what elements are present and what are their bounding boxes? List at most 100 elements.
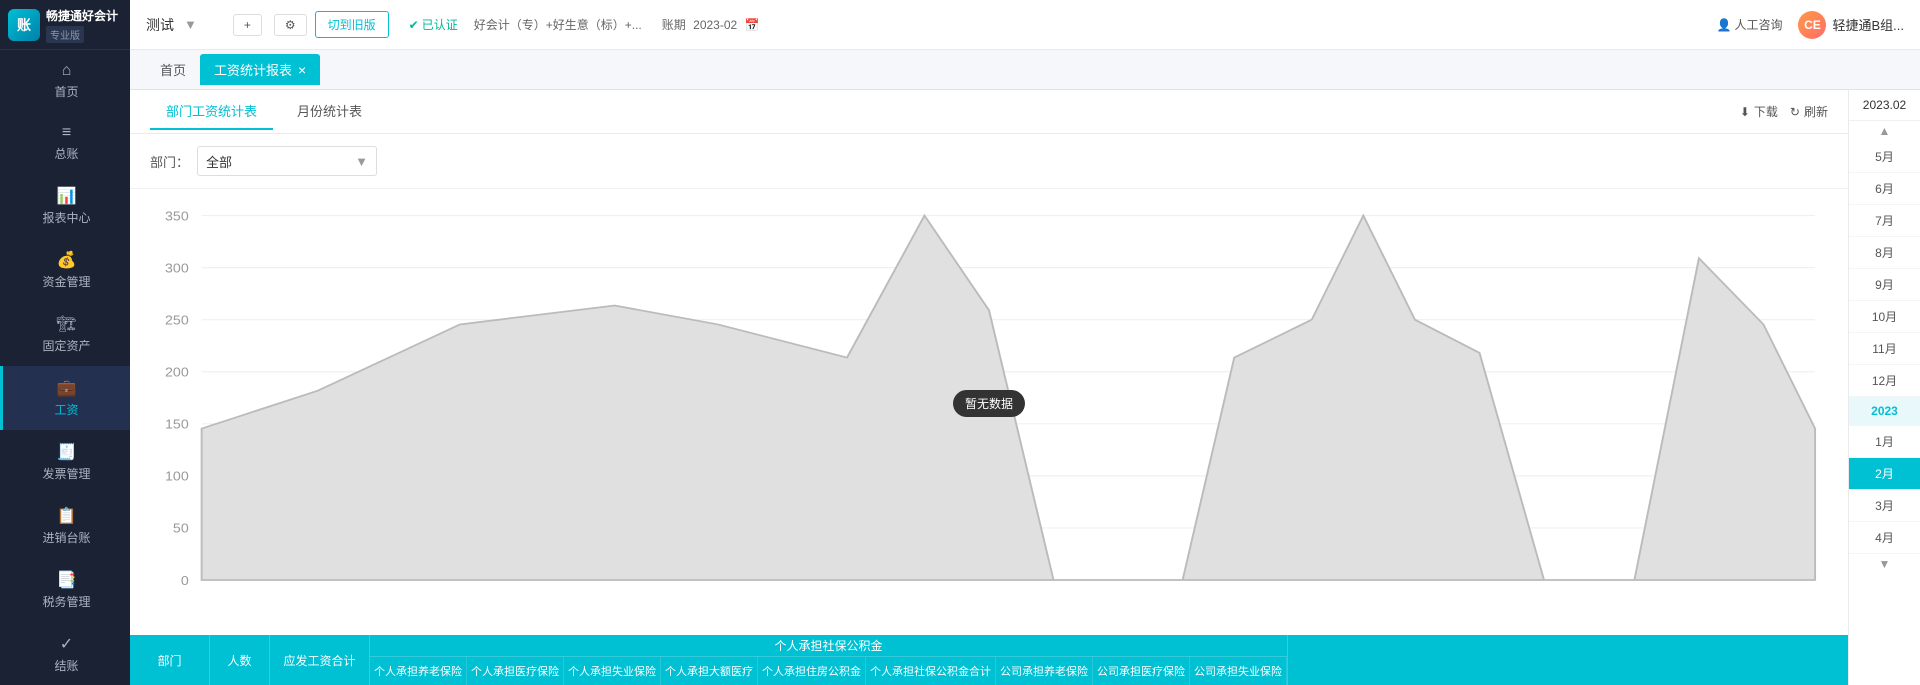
date-month-10[interactable]: 10月 <box>1849 301 1920 333</box>
dept-select[interactable]: 全部 ▼ <box>197 146 377 176</box>
payroll-icon: 💼 <box>57 378 77 398</box>
svg-text:200: 200 <box>165 365 189 379</box>
sidebar-item-settlement[interactable]: ✓ 结账 <box>0 622 130 685</box>
sub-col-company-unemployment: 公司承担失业保险 <box>1190 657 1287 685</box>
user-menu[interactable]: CE 轻捷通B组... <box>1798 11 1904 39</box>
tab-payroll-report[interactable]: 工资统计报表 × <box>200 54 320 85</box>
help-icon: 👤 <box>1717 18 1732 32</box>
download-btn[interactable]: ⬇ 下载 <box>1740 103 1778 120</box>
sidebar-item-payroll[interactable]: 💼 工资 <box>0 366 130 430</box>
group-title: 个人承担社保公积金 <box>370 635 1287 657</box>
sub-col-major-medical: 个人承担大额医疗 <box>661 657 758 685</box>
sidebar-logo: 账 畅捷通好会计 专业版 <box>0 0 130 50</box>
sub-col-pension: 个人承担养老保险 <box>370 657 467 685</box>
switch-old-btn[interactable]: 切到旧版 <box>315 11 389 38</box>
date-month-2023-3[interactable]: 3月 <box>1849 490 1920 522</box>
sub-tabs-left: 部门工资统计表 月份统计表 <box>150 93 386 130</box>
chart-svg: 350 300 250 200 150 100 50 0 <box>150 199 1828 625</box>
sidebar-item-tax[interactable]: 📑 税务管理 <box>0 558 130 622</box>
svg-text:150: 150 <box>165 417 189 431</box>
date-month-9[interactable]: 9月 <box>1849 269 1920 301</box>
verified-icon: ✔ <box>409 18 419 32</box>
svg-text:250: 250 <box>165 313 189 327</box>
page-content: 部门工资统计表 月份统计表 ⬇ 下载 ↻ 刷新 <box>130 90 1848 685</box>
home-icon: ⌂ <box>62 62 72 80</box>
sidebar: 账 畅捷通好会计 专业版 ⌂ 首页 ≡ 总账 📊 报表中心 💰 资金管理 <box>0 0 130 685</box>
company-tags: 好会计（专）+好生意（标）+... <box>474 16 642 33</box>
sidebar-item-home[interactable]: ⌂ 首页 <box>0 50 130 112</box>
sub-col-unemployment: 个人承担失业保险 <box>564 657 661 685</box>
date-month-8[interactable]: 8月 <box>1849 237 1920 269</box>
tab-home[interactable]: 首页 <box>146 54 200 85</box>
date-month-2023-4[interactable]: 4月 <box>1849 522 1920 554</box>
sub-tabs-right: ⬇ 下载 ↻ 刷新 <box>1740 103 1828 120</box>
sidebar-nav: ⌂ 首页 ≡ 总账 📊 报表中心 💰 资金管理 🏗 固定资产 💼 工资 <box>0 50 130 685</box>
ledger-icon: ≡ <box>62 124 71 142</box>
avatar: CE <box>1798 11 1826 39</box>
select-arrow-icon: ▼ <box>355 154 368 169</box>
svg-text:300: 300 <box>165 261 189 275</box>
svg-text:0: 0 <box>181 573 189 587</box>
date-month-6[interactable]: 6月 <box>1849 173 1920 205</box>
company-name: 测试 <box>146 15 174 35</box>
company-dropdown[interactable]: ▼ <box>184 17 197 32</box>
sidebar-item-general-ledger[interactable]: ≡ 总账 <box>0 112 130 174</box>
verified-badge: ✔ 已认证 <box>409 16 458 33</box>
settlement-icon: ✓ <box>60 634 73 654</box>
tax-icon: 📑 <box>57 570 77 590</box>
filter-label: 部门： <box>150 152 189 171</box>
date-up-btn[interactable]: ▲ <box>1875 121 1895 141</box>
chart-area: 350 300 250 200 150 100 50 0 <box>130 189 1848 635</box>
sub-col-company-medical: 公司承担医疗保险 <box>1093 657 1190 685</box>
sidebar-item-report-center[interactable]: 📊 报表中心 <box>0 174 130 238</box>
date-panel: 2023.02 ▲ 5月 6月 7月 8月 9月 10月 11月 12月 202… <box>1848 90 1920 685</box>
sales-icon: 📋 <box>57 506 77 526</box>
add-button[interactable]: + <box>233 14 262 36</box>
sub-tab-month[interactable]: 月份统计表 <box>281 93 378 130</box>
col-count: 人数 <box>210 635 270 685</box>
sub-tab-dept[interactable]: 部门工资统计表 <box>150 93 273 130</box>
logo-text: 畅捷通好会计 专业版 <box>46 7 118 43</box>
sidebar-item-invoice[interactable]: 🧾 发票管理 <box>0 430 130 494</box>
download-icon: ⬇ <box>1740 105 1750 119</box>
period-label: 账期 2023-02 📅 <box>662 16 760 33</box>
svg-text:350: 350 <box>165 209 189 223</box>
logo-icon: 账 <box>8 9 40 41</box>
main-content: 测试 ▼ + ⚙ 切到旧版 ✔ 已认证 好会计（专）+好生意（标）+... 账期… <box>130 0 1920 685</box>
col-dept: 部门 <box>130 635 210 685</box>
date-month-2023-1[interactable]: 1月 <box>1849 426 1920 458</box>
col-total-salary: 应发工资合计 <box>270 635 370 685</box>
tab-close-icon[interactable]: × <box>298 63 306 77</box>
svg-text:100: 100 <box>165 469 189 483</box>
tabbar: 首页 工资统计报表 × <box>130 50 1920 90</box>
assets-icon: 🏗 <box>56 314 76 334</box>
svg-text:50: 50 <box>173 521 189 535</box>
sub-col-company-pension: 公司承担养老保险 <box>996 657 1093 685</box>
report-icon: 📊 <box>57 186 77 206</box>
invoice-icon: 🧾 <box>57 442 77 462</box>
refresh-btn[interactable]: ↻ 刷新 <box>1790 103 1828 120</box>
date-month-12[interactable]: 12月 <box>1849 365 1920 397</box>
topbar: 测试 ▼ + ⚙ 切到旧版 ✔ 已认证 好会计（专）+好生意（标）+... 账期… <box>130 0 1920 50</box>
calendar-icon[interactable]: 📅 <box>745 18 760 32</box>
refresh-icon: ↻ <box>1790 105 1800 119</box>
settings-button[interactable]: ⚙ <box>274 14 307 36</box>
sub-col-housing-fund: 个人承担住房公积金 <box>758 657 866 685</box>
sidebar-item-fund-management[interactable]: 💰 资金管理 <box>0 238 130 302</box>
date-down-btn[interactable]: ▼ <box>1875 554 1895 574</box>
username: 轻捷通B组... <box>1832 15 1904 34</box>
sub-tabs: 部门工资统计表 月份统计表 ⬇ 下载 ↻ 刷新 <box>130 90 1848 134</box>
date-month-11[interactable]: 11月 <box>1849 333 1920 365</box>
sidebar-item-fixed-assets[interactable]: 🏗 固定资产 <box>0 302 130 366</box>
date-month-5[interactable]: 5月 <box>1849 141 1920 173</box>
date-month-2023-2[interactable]: 2月 <box>1849 458 1920 490</box>
footer-table: 部门 人数 应发工资合计 个人承担社保公积金 个人承担养老保险 个人承担医疗保险… <box>130 635 1848 685</box>
date-month-7[interactable]: 7月 <box>1849 205 1920 237</box>
help-button[interactable]: 👤 人工咨询 <box>1717 16 1783 33</box>
sidebar-item-sales-ledger[interactable]: 📋 进销台账 <box>0 494 130 558</box>
topbar-right: 👤 人工咨询 CE 轻捷通B组... <box>1717 11 1904 39</box>
sub-col-total: 个人承担社保公积金合计 <box>866 657 996 685</box>
date-year-2023: 2023 <box>1849 397 1920 426</box>
date-year-display: 2023.02 <box>1849 90 1920 121</box>
content-wrapper: 部门工资统计表 月份统计表 ⬇ 下载 ↻ 刷新 <box>130 90 1920 685</box>
